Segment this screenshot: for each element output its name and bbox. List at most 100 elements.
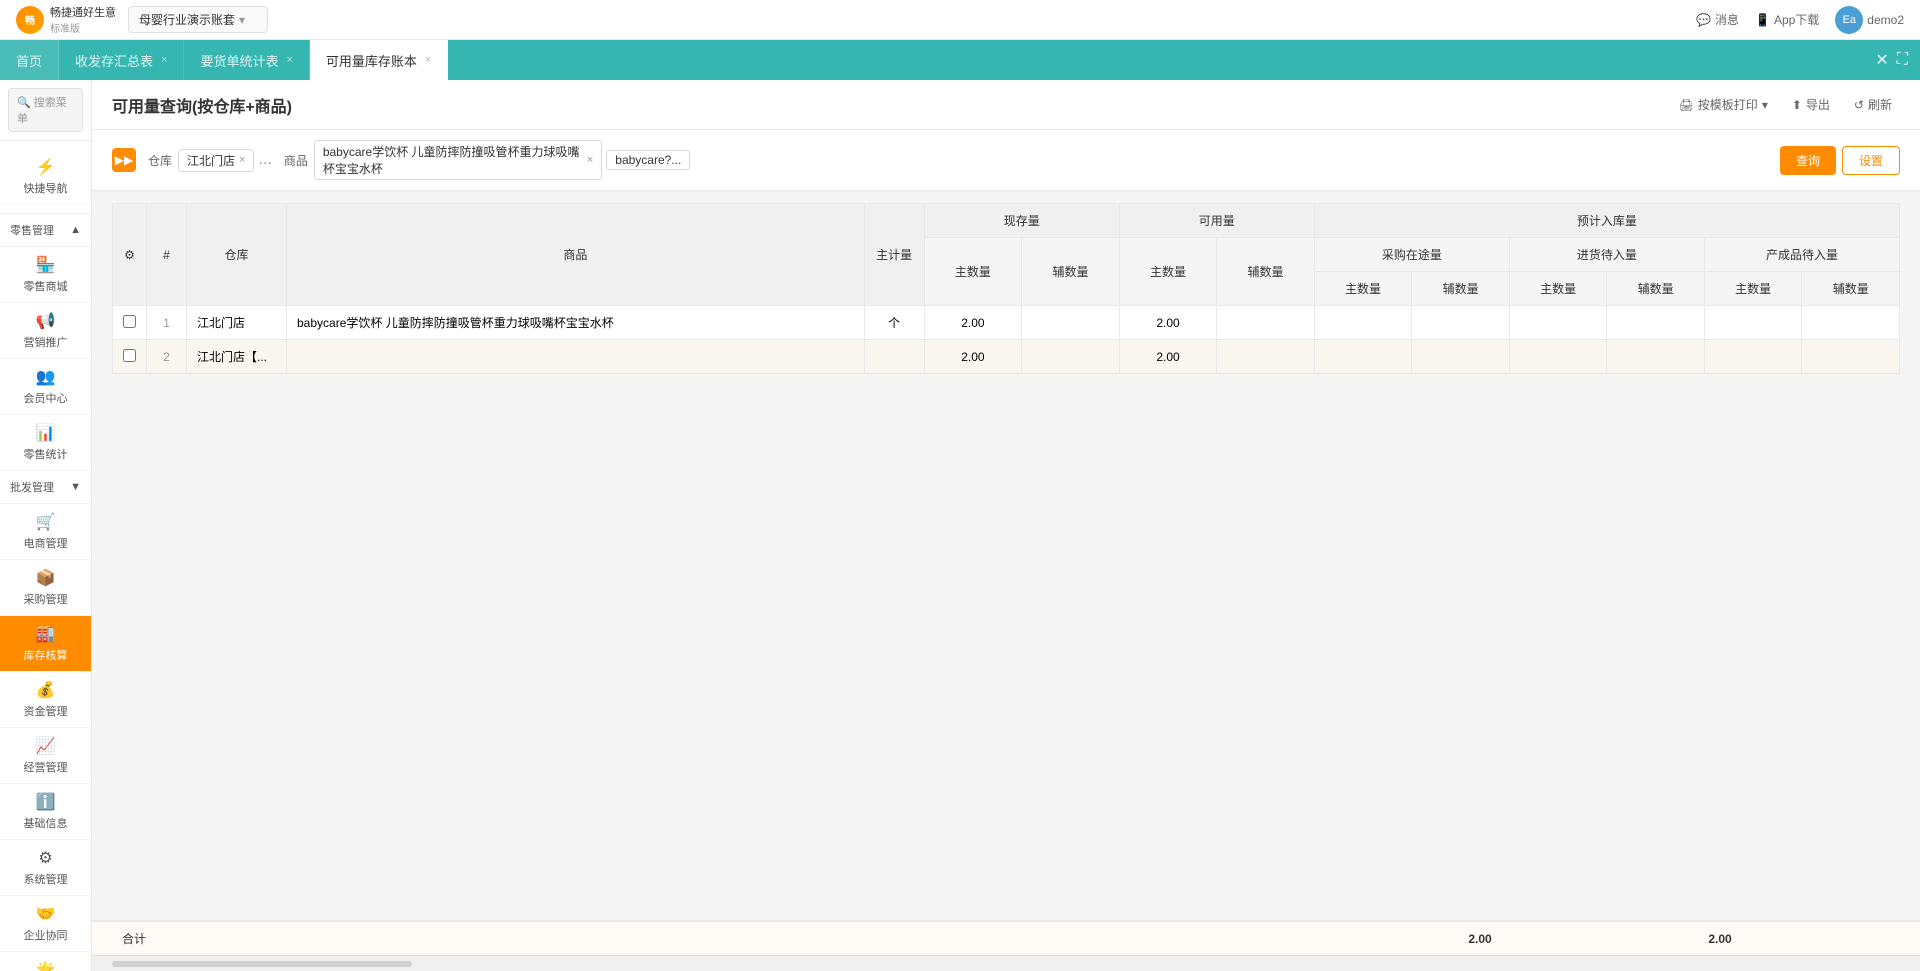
logo-title: 畅捷通好生意 bbox=[50, 4, 116, 20]
filter-warehouse-group: 仓库 江北门店 × ... bbox=[148, 149, 272, 172]
org-selector[interactable]: 母婴行业演示账套 ▾ bbox=[128, 6, 268, 33]
filter-warehouse-more[interactable]: ... bbox=[258, 151, 271, 169]
nav-expand-btn[interactable]: ⛶ bbox=[1897, 51, 1908, 69]
main-layout: 🔍 搜索菜单 ⚡ 快捷导航 零售管理 ▲ 🏪 零售商城 📢 营销推广 👥 会员中… bbox=[0, 80, 1920, 971]
col-incoming-aux: 辅数量 bbox=[1607, 272, 1705, 306]
page-header: 可用量查询(按仓库+商品) 🖨 按模板打印 ▾ ⬆ 导出 ↺ 刷新 bbox=[92, 80, 1920, 130]
col-settings[interactable]: ⚙ bbox=[113, 204, 147, 306]
sidebar-group-wholesale[interactable]: 批发管理 ▼ bbox=[0, 471, 91, 504]
sidebar-item-system[interactable]: ⚙ 系统管理 bbox=[0, 840, 91, 896]
row-index: 1 bbox=[147, 306, 187, 340]
scroll-bar-area bbox=[92, 955, 1920, 971]
tab-home[interactable]: 首页 bbox=[0, 40, 59, 80]
data-table: ⚙ # 仓库 商品 主计量 现存量 可用量 预计入库量 主数量 辅数量 主数量 bbox=[112, 203, 1900, 374]
col-product-main: 主数量 bbox=[1704, 272, 1802, 306]
tab-receive-pay[interactable]: 收发存汇总表 × bbox=[59, 40, 184, 80]
col-unit: 主计量 bbox=[864, 204, 924, 306]
export-btn[interactable]: ⬆ 导出 bbox=[1784, 92, 1838, 117]
row-warehouse: 江北门店【... bbox=[187, 340, 287, 374]
sidebar-item-enterprise-collab[interactable]: 🤝 企业协同 bbox=[0, 896, 91, 952]
search-menu-label: 搜索菜单 bbox=[17, 97, 67, 125]
sidebar-item-basic-info[interactable]: ℹ️ 基础信息 bbox=[0, 784, 91, 840]
row-purchase-aux bbox=[1412, 340, 1510, 374]
sidebar-item-new-guide[interactable]: 🌟 新手引导 bbox=[0, 952, 91, 971]
filter-tag-product-1-remove[interactable]: × bbox=[587, 154, 593, 166]
row-unit: 个 bbox=[864, 306, 924, 340]
table-row: 1 江北门店 babycare学饮杯 儿童防摔防撞吸管杯重力球吸嘴杯宝宝水杯 个… bbox=[113, 306, 1900, 340]
sidebar-item-ecommerce[interactable]: 🛒 电商管理 bbox=[0, 504, 91, 560]
sidebar-item-inventory[interactable]: 🏭 库存核算 bbox=[0, 616, 91, 672]
col-available-group: 可用量 bbox=[1119, 204, 1314, 238]
sidebar-item-business[interactable]: 📈 经营管理 bbox=[0, 728, 91, 784]
sidebar-item-quicknav[interactable]: ⚡ 快捷导航 bbox=[0, 149, 91, 205]
row-stock-main: 2.00 bbox=[924, 340, 1022, 374]
top-bar-left: 畅 畅捷通好生意 标准版 母婴行业演示账套 ▾ bbox=[16, 4, 268, 35]
filter-tag-warehouse-remove[interactable]: × bbox=[239, 154, 245, 166]
sidebar-item-purchase[interactable]: 📦 采购管理 bbox=[0, 560, 91, 616]
row-stock-aux bbox=[1022, 340, 1120, 374]
filter-tag-warehouse[interactable]: 江北门店 × bbox=[178, 149, 254, 172]
col-product-pending-group: 产成品待入量 bbox=[1704, 238, 1899, 272]
enterprise-collab-icon: 🤝 bbox=[36, 904, 56, 924]
search-menu-btn[interactable]: 🔍 搜索菜单 bbox=[8, 88, 83, 132]
tab-order-stats-close[interactable]: × bbox=[286, 54, 292, 66]
system-label: 系统管理 bbox=[24, 871, 68, 887]
tab-order-stats-label: 要货单统计表 bbox=[200, 51, 278, 70]
member-label: 会员中心 bbox=[24, 390, 68, 406]
sidebar-item-retail-stats[interactable]: 📊 零售统计 bbox=[0, 415, 91, 471]
purchase-label: 采购管理 bbox=[24, 591, 68, 607]
refresh-label: 刷新 bbox=[1868, 96, 1892, 113]
app-icon: 📱 bbox=[1755, 13, 1770, 27]
refresh-icon: ↺ bbox=[1854, 98, 1864, 112]
row-product-main bbox=[1704, 340, 1802, 374]
settings-btn[interactable]: 设置 bbox=[1842, 146, 1900, 175]
user-area[interactable]: Ea demo2 bbox=[1835, 6, 1904, 34]
row-checkbox[interactable] bbox=[113, 306, 147, 340]
col-incoming-main: 主数量 bbox=[1509, 272, 1607, 306]
tab-order-stats[interactable]: 要货单统计表 × bbox=[184, 40, 309, 80]
marketing-icon: 📢 bbox=[36, 311, 56, 331]
finance-label: 资金管理 bbox=[24, 703, 68, 719]
basic-info-label: 基础信息 bbox=[24, 815, 68, 831]
tab-receive-pay-close[interactable]: × bbox=[161, 54, 167, 66]
sidebar-group-retail[interactable]: 零售管理 ▲ bbox=[0, 214, 91, 247]
logo-icon: 畅 bbox=[16, 6, 44, 34]
nav-close-btn[interactable]: ✕ bbox=[1875, 50, 1888, 70]
chevron-down-icon: ▼ bbox=[70, 481, 81, 493]
sidebar-item-member[interactable]: 👥 会员中心 bbox=[0, 359, 91, 415]
message-action[interactable]: 💬 消息 bbox=[1696, 11, 1739, 28]
row-index: 2 bbox=[147, 340, 187, 374]
row-checkbox[interactable] bbox=[113, 340, 147, 374]
col-product-aux: 辅数量 bbox=[1802, 272, 1900, 306]
filter-tag-product-2[interactable]: babycare?... bbox=[606, 150, 690, 170]
app-download-action[interactable]: 📱 App下载 bbox=[1755, 11, 1819, 28]
sidebar-item-marketing[interactable]: 📢 营销推广 bbox=[0, 303, 91, 359]
app-download-label: App下载 bbox=[1774, 11, 1819, 28]
finance-icon: 💰 bbox=[36, 680, 56, 700]
system-icon: ⚙ bbox=[38, 848, 52, 868]
horizontal-scrollbar[interactable] bbox=[112, 961, 412, 967]
ecommerce-icon: 🛒 bbox=[36, 512, 56, 532]
col-purchase-on-way-group: 采购在途量 bbox=[1314, 238, 1509, 272]
user-name: demo2 bbox=[1867, 13, 1904, 27]
print-btn[interactable]: 🖨 按模板打印 ▾ bbox=[1671, 92, 1776, 117]
footer-stock-main: 2.00 bbox=[1420, 932, 1540, 946]
tab-available-stock-close[interactable]: × bbox=[425, 54, 431, 66]
sidebar: 🔍 搜索菜单 ⚡ 快捷导航 零售管理 ▲ 🏪 零售商城 📢 营销推广 👥 会员中… bbox=[0, 80, 92, 971]
filter-toggle-btn[interactable]: ▶▶ bbox=[112, 148, 136, 172]
row-incoming-main bbox=[1509, 306, 1607, 340]
business-label: 经营管理 bbox=[24, 759, 68, 775]
footer-avail-main: 2.00 bbox=[1660, 932, 1780, 946]
filter-product-tags: babycare学饮杯 儿童防摔防撞吸管杯重力球吸嘴杯宝宝水杯 × babyca… bbox=[314, 140, 690, 180]
sidebar-item-retail-mall[interactable]: 🏪 零售商城 bbox=[0, 247, 91, 303]
table-footer: 合计 2.00 2.00 bbox=[92, 920, 1920, 955]
footer-total-label: 合计 bbox=[112, 930, 212, 947]
sidebar-item-finance[interactable]: 💰 资金管理 bbox=[0, 672, 91, 728]
filter-tag-product-1[interactable]: babycare学饮杯 儿童防摔防撞吸管杯重力球吸嘴杯宝宝水杯 × bbox=[314, 140, 602, 180]
footer-avail-aux bbox=[1780, 932, 1900, 946]
org-name: 母婴行业演示账套 bbox=[139, 11, 235, 28]
tab-home-label: 首页 bbox=[16, 51, 42, 70]
tab-available-stock[interactable]: 可用量库存账本 × bbox=[310, 40, 448, 80]
refresh-btn[interactable]: ↺ 刷新 bbox=[1846, 92, 1900, 117]
query-btn[interactable]: 查询 bbox=[1780, 146, 1836, 175]
